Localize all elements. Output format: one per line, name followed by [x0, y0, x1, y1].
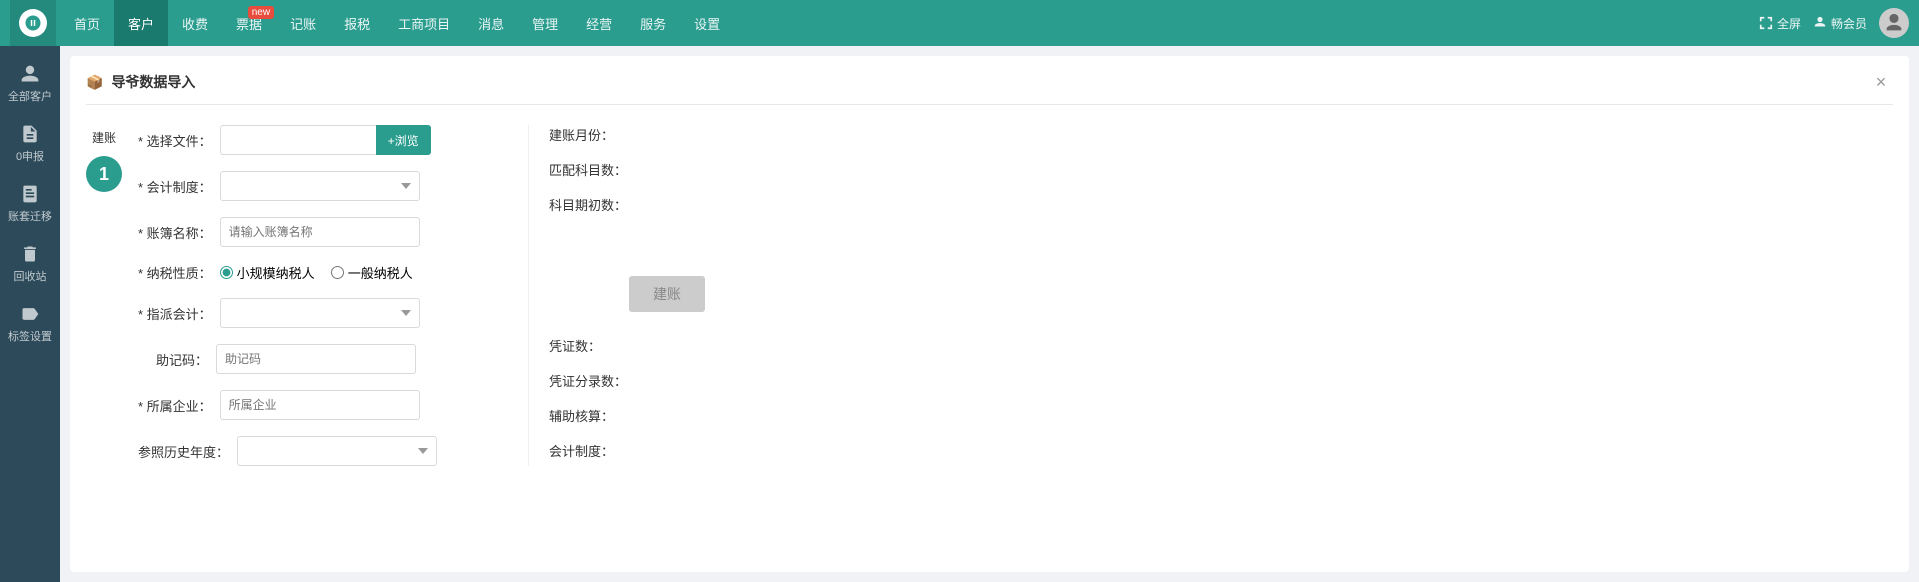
nav-right-area: 全屏 畅会员: [1759, 8, 1909, 38]
assign-accountant-label: * 指派会计：: [138, 304, 212, 323]
form-fields: * 选择文件： +浏览 * 会计制度：: [138, 125, 498, 466]
general-taxpayer-option[interactable]: 一般纳税人: [331, 263, 413, 282]
close-button[interactable]: ×: [1869, 70, 1893, 94]
tax-type-label: * 纳税性质：: [138, 263, 212, 282]
member-button[interactable]: 畅会员: [1813, 15, 1867, 32]
sidebar-item-account-migration[interactable]: 账套迁移: [0, 176, 60, 232]
nav-item-messages[interactable]: 消息: [464, 0, 518, 46]
ledger-name-input[interactable]: [220, 217, 420, 247]
memo-code-label: 助记码：: [138, 350, 208, 369]
sidebar-item-all-clients[interactable]: 全部客户: [0, 56, 60, 112]
initial-balance-row: 科目期初数：: [549, 195, 1893, 214]
logo-icon: [19, 9, 47, 37]
sidebar-item-zero-declare[interactable]: 0申报: [0, 116, 60, 172]
app-logo: [10, 0, 56, 46]
build-month-row: 建账月份：: [549, 125, 1893, 144]
step-badge: 1: [86, 156, 122, 192]
browse-button[interactable]: +浏览: [376, 125, 431, 155]
page-area: 📦 导爷数据导入 × 建账 1 * 选择文件：: [70, 56, 1909, 572]
nav-item-fees[interactable]: 收费: [168, 0, 222, 46]
new-badge: new: [248, 6, 274, 19]
main-content: 📦 导爷数据导入 × 建账 1 * 选择文件：: [60, 46, 1919, 582]
assign-accountant-select[interactable]: [220, 298, 420, 328]
voucher-count-row: 凭证数：: [549, 336, 1893, 355]
history-year-row: 参照历史年度：: [138, 436, 498, 466]
form-section-right: 建账月份： 匹配科目数： 科目期初数： 建账: [528, 125, 1893, 466]
nav-item-manage[interactable]: 管理: [518, 0, 572, 46]
nav-item-bookkeeping[interactable]: 记账: [276, 0, 330, 46]
main-layout: 全部客户 0申报 账套迁移 回收站 标签设置 📦 导爷数据导入 ×: [0, 46, 1919, 582]
file-input-group: +浏览: [220, 125, 431, 155]
right-accounting-system-row: 会计制度：: [549, 441, 1893, 460]
nav-item-bizprojects[interactable]: 工商项目: [384, 0, 464, 46]
nav-item-home[interactable]: 首页: [60, 0, 114, 46]
right-fields: 建账月份： 匹配科目数： 科目期初数： 建账: [549, 125, 1893, 460]
match-subjects-label: 匹配科目数：: [549, 160, 629, 179]
nav-item-clients[interactable]: 客户: [114, 0, 168, 46]
sidebar-item-label-settings[interactable]: 标签设置: [0, 296, 60, 352]
accounting-system-row: * 会计制度：: [138, 171, 498, 201]
ledger-name-row: * 账簿名称：: [138, 217, 498, 247]
nav-item-invoices[interactable]: 票据 new: [222, 0, 276, 46]
initial-balance-label: 科目期初数：: [549, 195, 629, 214]
sidebar: 全部客户 0申报 账套迁移 回收站 标签设置: [0, 46, 60, 582]
voucher-entries-row: 凭证分录数：: [549, 371, 1893, 390]
build-account-button[interactable]: 建账: [629, 276, 705, 312]
build-month-label: 建账月份：: [549, 125, 629, 144]
auxiliary-label: 辅助核算：: [549, 406, 629, 425]
step-label: 建账: [92, 129, 116, 146]
history-year-select[interactable]: [237, 436, 437, 466]
company-row: * 所属企业：: [138, 390, 498, 420]
page-title: 导爷数据导入: [111, 72, 195, 92]
voucher-count-label: 凭证数：: [549, 336, 629, 355]
company-input[interactable]: [220, 390, 420, 420]
auxiliary-row: 辅助核算：: [549, 406, 1893, 425]
user-avatar[interactable]: [1879, 8, 1909, 38]
company-label: * 所属企业：: [138, 396, 212, 415]
tax-type-row: * 纳税性质： 小规模纳税人 一般纳税人: [138, 263, 498, 282]
fullscreen-button[interactable]: 全屏: [1759, 15, 1801, 32]
voucher-entries-label: 凭证分录数：: [549, 371, 629, 390]
tax-type-radio-group: 小规模纳税人 一般纳税人: [220, 263, 413, 282]
page-header: 📦 导爷数据导入: [86, 72, 1893, 105]
memo-code-row: 助记码：: [138, 344, 498, 374]
nav-item-operations[interactable]: 经营: [572, 0, 626, 46]
file-label: * 选择文件：: [138, 131, 212, 150]
sidebar-item-recycle-bin[interactable]: 回收站: [0, 236, 60, 292]
history-year-label: 参照历史年度：: [138, 442, 229, 461]
file-select-row: * 选择文件： +浏览: [138, 125, 498, 155]
build-button-container: 建账: [549, 260, 1893, 312]
top-navigation: 首页 客户 收费 票据 new 记账 报税 工商项目 消息 管理 经营 服务 设…: [0, 0, 1919, 46]
nav-item-services[interactable]: 服务: [626, 0, 680, 46]
assign-accountant-row: * 指派会计：: [138, 298, 498, 328]
file-input[interactable]: [220, 125, 376, 155]
nav-item-settings[interactable]: 设置: [680, 0, 734, 46]
import-icon: 📦: [86, 74, 103, 91]
nav-item-tax[interactable]: 报税: [330, 0, 384, 46]
form-section-left: 建账 1 * 选择文件： +浏览: [86, 125, 528, 466]
right-accounting-system-label: 会计制度：: [549, 441, 629, 460]
ledger-name-label: * 账簿名称：: [138, 223, 212, 242]
memo-code-input[interactable]: [216, 344, 416, 374]
match-subjects-row: 匹配科目数：: [549, 160, 1893, 179]
form-container: 建账 1 * 选择文件： +浏览: [86, 125, 1893, 466]
small-taxpayer-option[interactable]: 小规模纳税人: [220, 263, 315, 282]
nav-items: 首页 客户 收费 票据 new 记账 报税 工商项目 消息 管理 经营 服务 设…: [56, 0, 1759, 46]
accounting-system-select[interactable]: [220, 171, 420, 201]
accounting-system-label: * 会计制度：: [138, 177, 212, 196]
